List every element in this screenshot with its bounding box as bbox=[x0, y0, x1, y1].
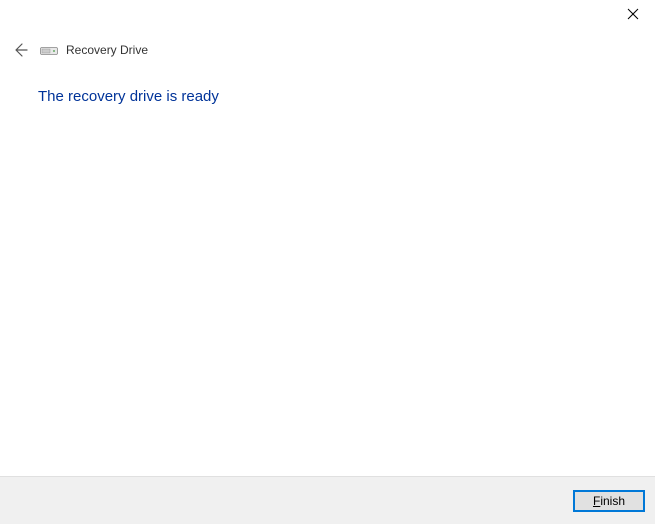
window-title: Recovery Drive bbox=[66, 43, 148, 57]
back-button[interactable] bbox=[10, 40, 30, 60]
page-heading: The recovery drive is ready bbox=[38, 88, 219, 105]
close-icon bbox=[627, 8, 639, 20]
close-button[interactable] bbox=[621, 2, 645, 26]
recovery-drive-icon bbox=[40, 44, 58, 56]
back-arrow-icon bbox=[12, 42, 28, 58]
header-row: Recovery Drive bbox=[10, 40, 148, 60]
finish-button[interactable]: Finish bbox=[573, 490, 645, 512]
button-bar: Finish bbox=[0, 476, 655, 524]
finish-label-rest: inish bbox=[600, 494, 625, 508]
